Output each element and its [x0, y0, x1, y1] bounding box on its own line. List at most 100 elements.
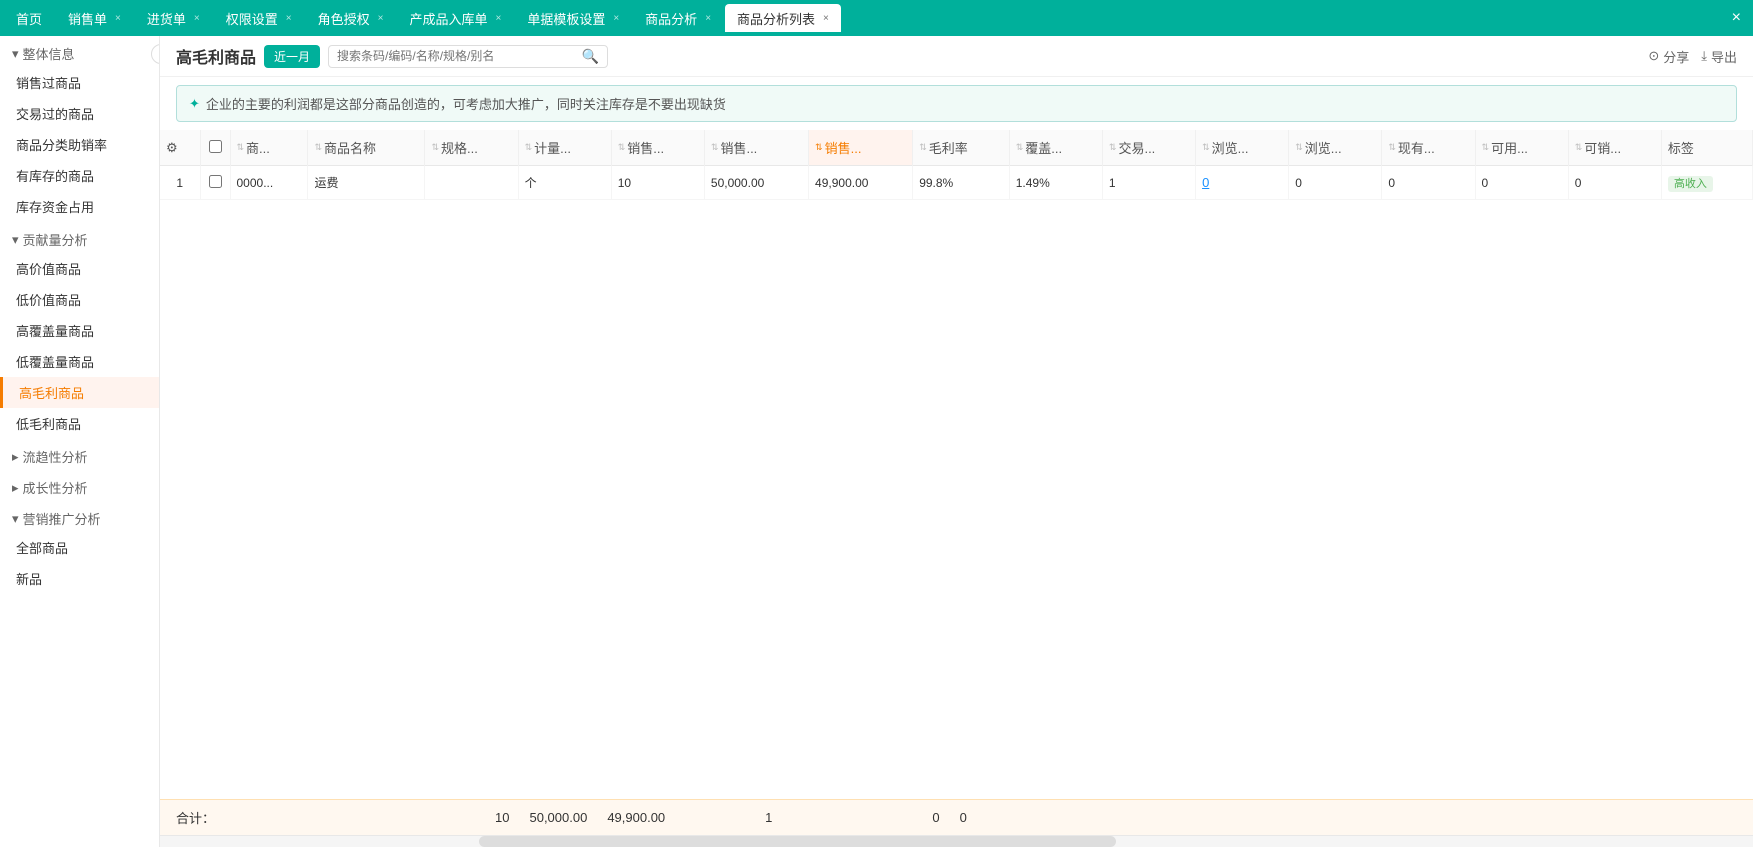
- sidebar-item-low-coverage-label: 低覆盖量商品: [16, 355, 94, 370]
- row-browse1-link[interactable]: 0: [1202, 175, 1209, 190]
- search-box[interactable]: 🔍: [328, 45, 608, 68]
- sidebar-item-all-goods[interactable]: 全部商品: [0, 532, 159, 563]
- row-sales3: 49,900.00: [809, 166, 913, 200]
- tab-permission[interactable]: 权限设置 ×: [214, 4, 304, 32]
- chevron-down-icon2: ▾: [12, 232, 19, 248]
- col-code-sort-icon: ⇅: [237, 142, 245, 153]
- tab-permission-close[interactable]: ×: [286, 13, 292, 24]
- col-sales2-header[interactable]: ⇅ 销售...: [704, 130, 808, 166]
- col-unit-header[interactable]: ⇅ 计量...: [518, 130, 611, 166]
- sidebar-item-high-coverage[interactable]: 高覆盖量商品: [0, 315, 159, 346]
- tab-home[interactable]: 首页: [4, 4, 54, 32]
- col-browse1-header[interactable]: ⇅ 浏览...: [1196, 130, 1289, 166]
- sidebar-item-low-value-label: 低价值商品: [16, 293, 81, 308]
- scrollbar-thumb[interactable]: [479, 836, 1116, 847]
- sidebar-item-category-rate[interactable]: 商品分类助销率: [0, 129, 159, 160]
- sidebar-group-marketing[interactable]: ▾ 营销推广分析: [0, 501, 159, 532]
- tab-analysis[interactable]: 商品分析 ×: [633, 4, 723, 32]
- sidebar-item-high-value[interactable]: 高价值商品: [0, 253, 159, 284]
- col-browse2-header[interactable]: ⇅ 浏览...: [1289, 130, 1382, 166]
- col-sales1-header[interactable]: ⇅ 销售...: [611, 130, 704, 166]
- col-browse2-label: 浏览...: [1305, 138, 1342, 157]
- tab-analysis-close[interactable]: ×: [705, 13, 711, 24]
- filter-button[interactable]: 近一月: [264, 45, 320, 68]
- sidebar-item-sold-goods[interactable]: 销售过商品: [0, 67, 159, 98]
- close-all-button[interactable]: ×: [1724, 9, 1749, 27]
- col-browse1-sort-icon: ⇅: [1202, 142, 1210, 153]
- sidebar-item-traded-goods[interactable]: 交易过的商品: [0, 98, 159, 129]
- col-trade-sort-icon: ⇅: [1109, 142, 1117, 153]
- col-check-header[interactable]: [200, 130, 230, 166]
- sidebar-item-in-stock[interactable]: 有库存的商品: [0, 160, 159, 191]
- sidebar-item-high-margin[interactable]: 高毛利商品: [0, 377, 159, 408]
- tab-analysis-list[interactable]: 商品分析列表 ×: [725, 4, 841, 32]
- col-gross-header[interactable]: ⇅ 毛利率: [913, 130, 1010, 166]
- tab-sales[interactable]: 销售单 ×: [56, 4, 133, 32]
- row-checkbox[interactable]: [209, 175, 222, 188]
- export-button[interactable]: ⤓ 导出: [1701, 47, 1737, 66]
- row-browse2: 0: [1289, 166, 1382, 200]
- search-icon[interactable]: 🔍: [582, 48, 599, 65]
- tab-purchase-close[interactable]: ×: [194, 13, 200, 24]
- col-code-label: 商...: [246, 138, 270, 157]
- col-name-sort-icon: ⇅: [314, 142, 322, 153]
- table-container[interactable]: ⚙ ⇅ 商...: [160, 130, 1753, 799]
- sidebar-group-contribution[interactable]: ▾ 贡献量分析: [0, 222, 159, 253]
- sidebar-item-low-value[interactable]: 低价值商品: [0, 284, 159, 315]
- col-tag-label: 标签: [1668, 138, 1694, 157]
- row-browse1[interactable]: 0: [1196, 166, 1289, 200]
- share-button[interactable]: ⊙ 分享: [1648, 47, 1689, 66]
- col-code-header[interactable]: ⇅ 商...: [230, 130, 308, 166]
- tab-product-in[interactable]: 产成品入库单 ×: [397, 4, 513, 32]
- totals-current: 0: [932, 810, 939, 825]
- sidebar-item-high-margin-label: 高毛利商品: [19, 386, 84, 401]
- tab-role[interactable]: 角色授权 ×: [306, 4, 396, 32]
- col-gross-label: 毛利率: [929, 138, 968, 157]
- horizontal-scrollbar[interactable]: [160, 835, 1753, 847]
- export-label: 导出: [1711, 47, 1737, 66]
- sidebar-group-overall[interactable]: ▾ 整体信息: [0, 36, 159, 67]
- col-sales3-label: 销售...: [825, 138, 862, 157]
- col-spec-header[interactable]: ⇅ 规格...: [425, 130, 518, 166]
- tab-sales-close[interactable]: ×: [115, 13, 121, 24]
- col-current-header[interactable]: ⇅ 现有...: [1382, 130, 1475, 166]
- row-name[interactable]: 运费: [308, 166, 425, 200]
- col-trade-header[interactable]: ⇅ 交易...: [1102, 130, 1195, 166]
- tab-template-close[interactable]: ×: [613, 13, 619, 24]
- sidebar-group-trend[interactable]: ▸ 流趋性分析: [0, 439, 159, 470]
- chevron-right-icon2: ▸: [12, 480, 19, 496]
- row-check[interactable]: [200, 166, 230, 200]
- sidebar-item-new-goods[interactable]: 新品: [0, 563, 159, 594]
- col-current-label: 现有...: [1398, 138, 1435, 157]
- tab-purchase[interactable]: 进货单 ×: [135, 4, 212, 32]
- search-input[interactable]: [337, 49, 578, 63]
- tab-product-in-close[interactable]: ×: [495, 13, 501, 24]
- col-sales1-sort-icon: ⇅: [618, 142, 626, 153]
- tab-analysis-list-label: 商品分析列表: [737, 9, 815, 28]
- tab-template[interactable]: 单据模板设置 ×: [515, 4, 631, 32]
- select-all-checkbox[interactable]: [209, 140, 222, 153]
- sidebar-group-contribution-label: 贡献量分析: [23, 230, 88, 249]
- col-sellable-label: 可销...: [1584, 138, 1621, 157]
- row-gross-rate: 99.8%: [913, 166, 1010, 200]
- sidebar-item-all-goods-label: 全部商品: [16, 541, 68, 556]
- sidebar-item-low-coverage[interactable]: 低覆盖量商品: [0, 346, 159, 377]
- col-available-header[interactable]: ⇅ 可用...: [1475, 130, 1568, 166]
- sidebar-item-new-goods-label: 新品: [16, 572, 42, 587]
- row-code[interactable]: 0000...: [230, 166, 308, 200]
- settings-icon[interactable]: ⚙: [166, 140, 178, 156]
- sidebar-item-stock-capital[interactable]: 库存资金占用: [0, 191, 159, 222]
- totals-sales3: 49,900.00: [607, 810, 665, 825]
- sidebar-group-growth[interactable]: ▸ 成长性分析: [0, 470, 159, 501]
- sidebar-item-high-value-label: 高价值商品: [16, 262, 81, 277]
- col-index-header[interactable]: ⚙: [160, 130, 200, 166]
- col-tag-header[interactable]: 标签: [1661, 130, 1752, 166]
- col-sellable-header[interactable]: ⇅ 可销...: [1568, 130, 1661, 166]
- row-index: 1: [160, 166, 200, 200]
- tab-analysis-list-close[interactable]: ×: [823, 13, 829, 24]
- col-name-header[interactable]: ⇅ 商品名称: [308, 130, 425, 166]
- col-coverage-header[interactable]: ⇅ 覆盖...: [1009, 130, 1102, 166]
- col-sales3-header[interactable]: ⇅ 销售...: [809, 130, 913, 166]
- tab-role-close[interactable]: ×: [378, 13, 384, 24]
- sidebar-item-low-margin[interactable]: 低毛利商品: [0, 408, 159, 439]
